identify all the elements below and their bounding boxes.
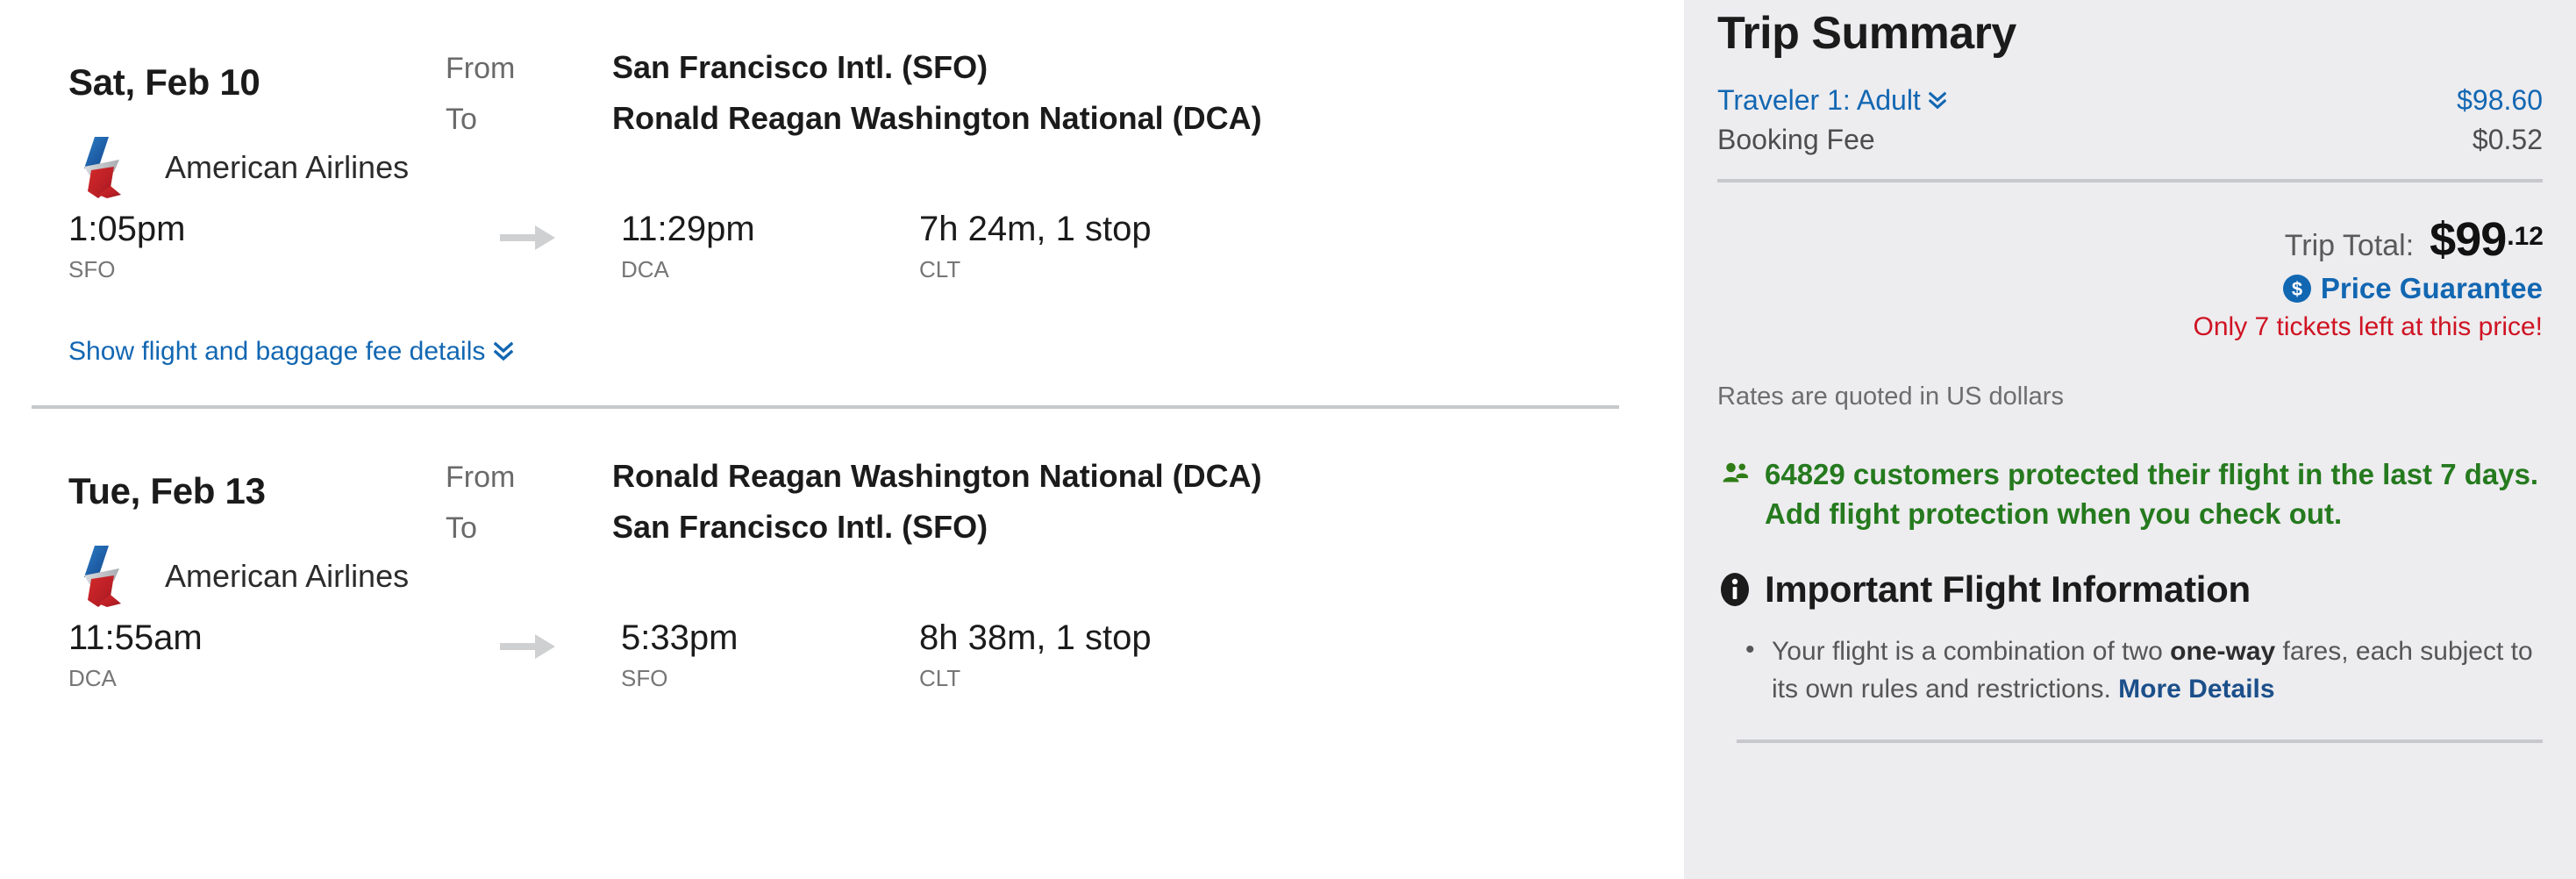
traveler-amount: $98.60 (2457, 84, 2543, 116)
info-circle-icon (1721, 573, 1749, 607)
airline-name: American Airlines (165, 149, 410, 186)
traveler-price-row: Traveler 1: Adult $98.60 (1717, 84, 2543, 117)
departure-time: 1:05pm (68, 210, 186, 249)
svg-text:$: $ (2292, 278, 2302, 300)
info-item-prefix: Your flight is a combination of two (1772, 637, 2171, 667)
trip-total-label: Trip Total: (2284, 229, 2415, 262)
to-row: To San Francisco Intl. (SFO) (446, 509, 1684, 546)
departure-code: SFO (68, 256, 116, 283)
trip-summary-panel: Trip Summary Traveler 1: Adult $98.60 Bo… (1684, 0, 2576, 879)
airline-name: American Airlines (165, 557, 410, 594)
from-label: From (446, 52, 516, 85)
dollar-badge-icon: $ (2282, 275, 2311, 303)
price-guarantee-label: Price Guarantee (2320, 272, 2543, 304)
departure-code: DCA (68, 664, 117, 691)
double-chevron-down-icon (1928, 91, 1946, 109)
from-airport: Ronald Reagan Washington National (DCA) (612, 457, 1262, 494)
two-people-icon (1723, 462, 1748, 482)
trip-total-cents: .12 (2507, 222, 2544, 251)
to-label: To (446, 511, 477, 545)
airline-row: American Airlines (68, 542, 446, 611)
arrival-block: 11:29pm DCA (621, 209, 919, 282)
itinerary-panel: Sat, Feb 10 American Airlines From San F… (0, 0, 1684, 879)
departure-time: 11:55am (68, 618, 203, 657)
arrow-right-icon (500, 225, 555, 251)
airports-column: From San Francisco Intl. (SFO) To Ronald… (446, 40, 1684, 151)
airports-column: From Ronald Reagan Washington National (… (446, 449, 1684, 560)
segment-times-row: 11:55am DCA 5:33pm SFO 8h 38m, 1 stop CL… (68, 618, 1684, 691)
important-flight-information-title: Important Flight Information (1765, 568, 2251, 611)
trip-total-amount: $99 (2430, 213, 2507, 266)
from-row: From Ronald Reagan Washington National (… (446, 458, 1684, 495)
duration-block: 8h 38m, 1 stop CLT (919, 618, 1152, 691)
list-item: Your flight is a combination of two one-… (1745, 632, 2543, 708)
trip-summary-title: Trip Summary (1717, 8, 2016, 59)
arrival-time: 5:33pm (621, 618, 739, 657)
booking-fee-label: Booking Fee (1717, 124, 1875, 155)
segment-date: Sat, Feb 10 (68, 61, 260, 103)
stop-airport-code: CLT (919, 664, 961, 691)
show-flight-baggage-details-label: Show flight and baggage fee details (68, 336, 486, 366)
trip-total-row: Trip Total: $99.12 (1717, 212, 2544, 267)
arrival-code: SFO (621, 664, 668, 691)
segment-date-column: Tue, Feb 13 American Airlines (68, 449, 446, 611)
flight-segment-return: Tue, Feb 13 American Airlines From Ronal… (68, 409, 1684, 691)
arrival-code: DCA (621, 256, 669, 283)
segment-times-row: 1:05pm SFO 11:29pm DCA 7h 24m, 1 stop CL… (68, 209, 1684, 282)
segment-date: Tue, Feb 13 (68, 469, 266, 511)
from-label: From (446, 460, 516, 494)
flight-protection-text: 64829 customers protected their flight i… (1765, 458, 2539, 530)
summary-divider (1717, 179, 2543, 182)
from-row: From San Francisco Intl. (SFO) (446, 49, 1684, 86)
double-chevron-down-icon (494, 341, 514, 361)
important-flight-information-list: Your flight is a combination of two one-… (1717, 632, 2543, 708)
from-airport: San Francisco Intl. (SFO) (612, 49, 988, 85)
booking-fee-amount: $0.52 (2472, 124, 2543, 155)
arrow-right-icon (500, 633, 555, 659)
summary-bottom-divider (1737, 740, 2543, 744)
segment-header-row: Tue, Feb 13 American Airlines From Ronal… (68, 449, 1684, 611)
price-guarantee-link[interactable]: $ Price Guarantee (1717, 272, 2543, 305)
direction-arrow-cell (463, 209, 621, 253)
tickets-left-warning: Only 7 tickets left at this price! (2193, 312, 2543, 341)
departure-block: 1:05pm SFO (68, 209, 463, 282)
flight-protection-promo: 64829 customers protected their flight i… (1717, 455, 2543, 533)
arrival-time: 11:29pm (621, 210, 755, 249)
traveler-label: Traveler 1: Adult (1717, 84, 1921, 116)
duration-stops: 7h 24m, 1 stop (919, 210, 1152, 249)
more-details-link[interactable]: More Details (2118, 675, 2274, 704)
flight-segment-outbound: Sat, Feb 10 American Airlines From San F… (32, 0, 1684, 409)
stop-airport-code: CLT (919, 256, 961, 283)
important-flight-information-header: Important Flight Information (1717, 568, 2543, 611)
traveler-expand-link[interactable]: Traveler 1: Adult (1717, 84, 1946, 117)
departure-block: 11:55am DCA (68, 618, 463, 691)
airline-row: American Airlines (68, 133, 446, 202)
to-label: To (446, 103, 477, 136)
to-airport: Ronald Reagan Washington National (DCA) (612, 100, 1262, 136)
booking-review-page: Sat, Feb 10 American Airlines From San F… (0, 0, 2576, 879)
show-flight-baggage-details-link[interactable]: Show flight and baggage fee details (68, 336, 514, 367)
segment-date-column: Sat, Feb 10 American Airlines (68, 40, 446, 202)
to-row: To Ronald Reagan Washington National (DC… (446, 100, 1684, 137)
to-airport: San Francisco Intl. (SFO) (612, 508, 988, 545)
info-item-emphasis: one-way (2170, 637, 2276, 667)
duration-block: 7h 24m, 1 stop CLT (919, 209, 1152, 282)
american-airlines-logo-icon (84, 545, 121, 607)
american-airlines-logo-icon (84, 137, 121, 199)
rates-currency-note: Rates are quoted in US dollars (1717, 382, 2064, 411)
direction-arrow-cell (463, 618, 621, 661)
arrival-block: 5:33pm SFO (621, 618, 919, 691)
duration-stops: 8h 38m, 1 stop (919, 618, 1152, 657)
booking-fee-row: Booking Fee $0.52 (1717, 124, 2543, 156)
segment-header-row: Sat, Feb 10 American Airlines From San F… (68, 40, 1684, 202)
